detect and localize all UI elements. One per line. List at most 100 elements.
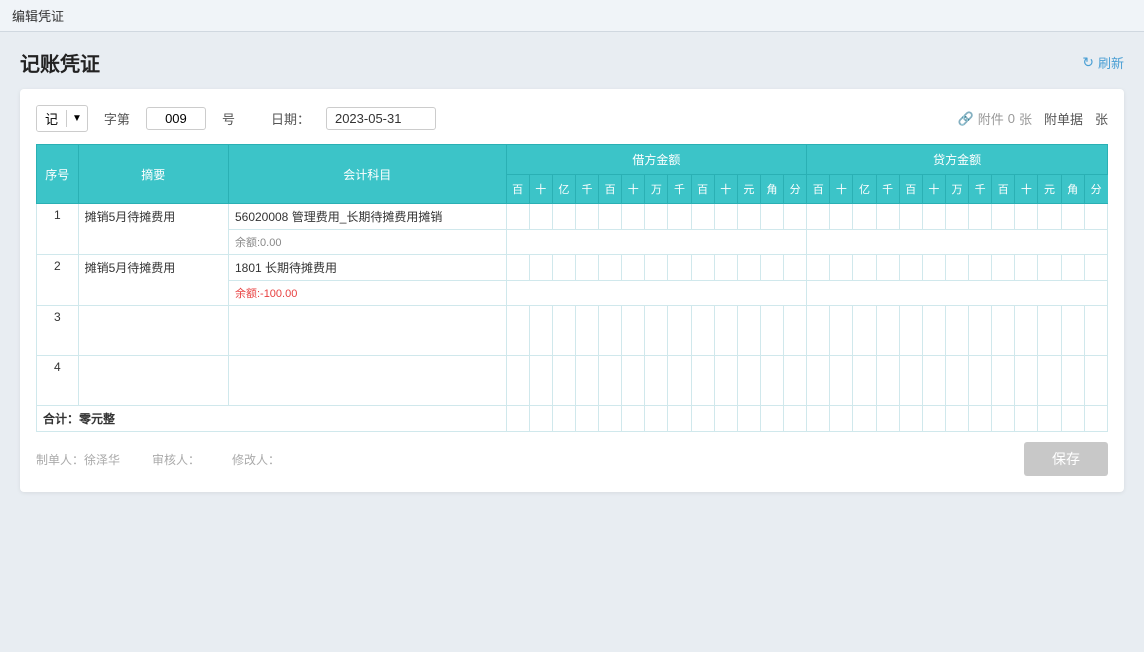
row2-balance: 余额:-100.00 [228, 281, 506, 306]
r2-db3[interactable] [552, 255, 575, 281]
credit-d6: 十 [922, 175, 945, 204]
r1-db4[interactable] [575, 204, 598, 230]
r2-db12[interactable] [760, 255, 783, 281]
debit-d3: 亿 [552, 175, 575, 204]
r2-cr13[interactable] [1084, 255, 1107, 281]
voucher-table: 序号 摘要 会计科目 借方金额 贷方金额 百 十 亿 千 百 十 万 [36, 144, 1108, 432]
voucher-number-input[interactable] [146, 107, 206, 130]
row3-summary[interactable] [78, 306, 228, 356]
row2-seq: 2 [37, 255, 79, 306]
header-subject: 会计科目 [228, 145, 506, 204]
reviewer-label: 审核人： [152, 451, 200, 468]
voucher-table-wrapper: 序号 摘要 会计科目 借方金额 贷方金额 百 十 亿 千 百 十 万 [36, 144, 1108, 432]
r1-cr9[interactable] [992, 204, 1015, 230]
title-bar-label: 编辑凭证 [12, 9, 64, 24]
r1-db8[interactable] [668, 204, 691, 230]
r1-cr8[interactable] [969, 204, 992, 230]
debit-d6: 十 [622, 175, 645, 204]
refresh-label: 刷新 [1098, 53, 1124, 72]
r1-cr2[interactable] [830, 204, 853, 230]
r1-cr4[interactable] [876, 204, 899, 230]
r1-cr7[interactable] [945, 204, 968, 230]
r1-cr1[interactable] [807, 204, 830, 230]
r2-cr5[interactable] [899, 255, 922, 281]
r2-cr3[interactable] [853, 255, 876, 281]
row2-subject[interactable]: 1801 长期待摊费用 [228, 255, 506, 281]
r2-db5[interactable] [599, 255, 622, 281]
footer-row: 制单人：徐泽华 审核人： 修改人： 保存 [36, 432, 1108, 476]
r2-db1[interactable] [506, 255, 529, 281]
r1-db5[interactable] [599, 204, 622, 230]
r2-db10[interactable] [714, 255, 737, 281]
row4-seq: 4 [37, 356, 79, 406]
credit-d12: 角 [1061, 175, 1084, 204]
r2-cr10[interactable] [1015, 255, 1038, 281]
r1-db11[interactable] [737, 204, 760, 230]
modifier-label: 修改人： [232, 451, 280, 468]
r1-cr10[interactable] [1015, 204, 1038, 230]
r2-cr8[interactable] [969, 255, 992, 281]
r1-cr12[interactable] [1061, 204, 1084, 230]
debit-d9: 百 [691, 175, 714, 204]
page-header: 记账凭证 ↻ 刷新 [20, 48, 1124, 77]
zhang-label: 张 [1095, 109, 1108, 128]
r2-db2[interactable] [529, 255, 552, 281]
row4-summary[interactable] [78, 356, 228, 406]
r1-db3[interactable] [552, 204, 575, 230]
r2-cr12[interactable] [1061, 255, 1084, 281]
zi-label: 字第 [104, 109, 130, 128]
credit-d3: 亿 [853, 175, 876, 204]
r1-db6[interactable] [622, 204, 645, 230]
r1-db12[interactable] [760, 204, 783, 230]
header-credit: 贷方金额 [807, 145, 1108, 175]
debit-d12: 角 [760, 175, 783, 204]
paperclip-icon: 🔗 [958, 111, 974, 127]
r2-db11[interactable] [737, 255, 760, 281]
r1-cr11[interactable] [1038, 204, 1061, 230]
date-input[interactable] [326, 107, 436, 130]
attachment-count: 0 [1008, 111, 1015, 126]
voucher-card: 记 ▼ 字第 号 日期： 🔗 附件 0 张 附单据 张 [20, 89, 1124, 492]
r2-db4[interactable] [575, 255, 598, 281]
r1-db2[interactable] [529, 204, 552, 230]
r1-cr13[interactable] [1084, 204, 1107, 230]
refresh-button[interactable]: ↻ 刷新 [1082, 53, 1124, 72]
r1-db10[interactable] [714, 204, 737, 230]
attach-docs-label[interactable]: 附单据 [1044, 109, 1083, 128]
r1-db7[interactable] [645, 204, 668, 230]
header-summary: 摘要 [78, 145, 228, 204]
type-selector[interactable]: 记 ▼ [36, 105, 88, 132]
r1-cr6[interactable] [922, 204, 945, 230]
row3-seq: 3 [37, 306, 79, 356]
total-row: 合计：零元整 [37, 406, 1108, 432]
r2-cr1[interactable] [807, 255, 830, 281]
r2-cr9[interactable] [992, 255, 1015, 281]
r2-cr11[interactable] [1038, 255, 1061, 281]
r2-db9[interactable] [691, 255, 714, 281]
r2-db8[interactable] [668, 255, 691, 281]
r2-db7[interactable] [645, 255, 668, 281]
table-row: 2 摊销5月待摊费用 1801 长期待摊费用 [37, 255, 1108, 281]
r1-db13[interactable] [784, 204, 807, 230]
row2-summary[interactable]: 摊销5月待摊费用 [78, 255, 228, 306]
row1-seq: 1 [37, 204, 79, 255]
row1-summary[interactable]: 摊销5月待摊费用 [78, 204, 228, 255]
row1-subject[interactable]: 56020008 管理费用_长期待摊费用摊销 [228, 204, 506, 230]
r1-db1[interactable] [506, 204, 529, 230]
r2-db6[interactable] [622, 255, 645, 281]
save-button[interactable]: 保存 [1024, 442, 1108, 476]
debit-d5: 百 [599, 175, 622, 204]
r2-cr2[interactable] [830, 255, 853, 281]
attachment-link[interactable]: 🔗 附件 0 张 [958, 109, 1032, 128]
r2-db13[interactable] [784, 255, 807, 281]
row4-subject[interactable] [228, 356, 506, 406]
r1-cr5[interactable] [899, 204, 922, 230]
row3-subject[interactable] [228, 306, 506, 356]
r1-cr3[interactable] [853, 204, 876, 230]
r2-cr7[interactable] [945, 255, 968, 281]
r2-cr4[interactable] [876, 255, 899, 281]
r1-db9[interactable] [691, 204, 714, 230]
debit-d8: 千 [668, 175, 691, 204]
r2-cr6[interactable] [922, 255, 945, 281]
type-dropdown-arrow[interactable]: ▼ [66, 110, 87, 127]
